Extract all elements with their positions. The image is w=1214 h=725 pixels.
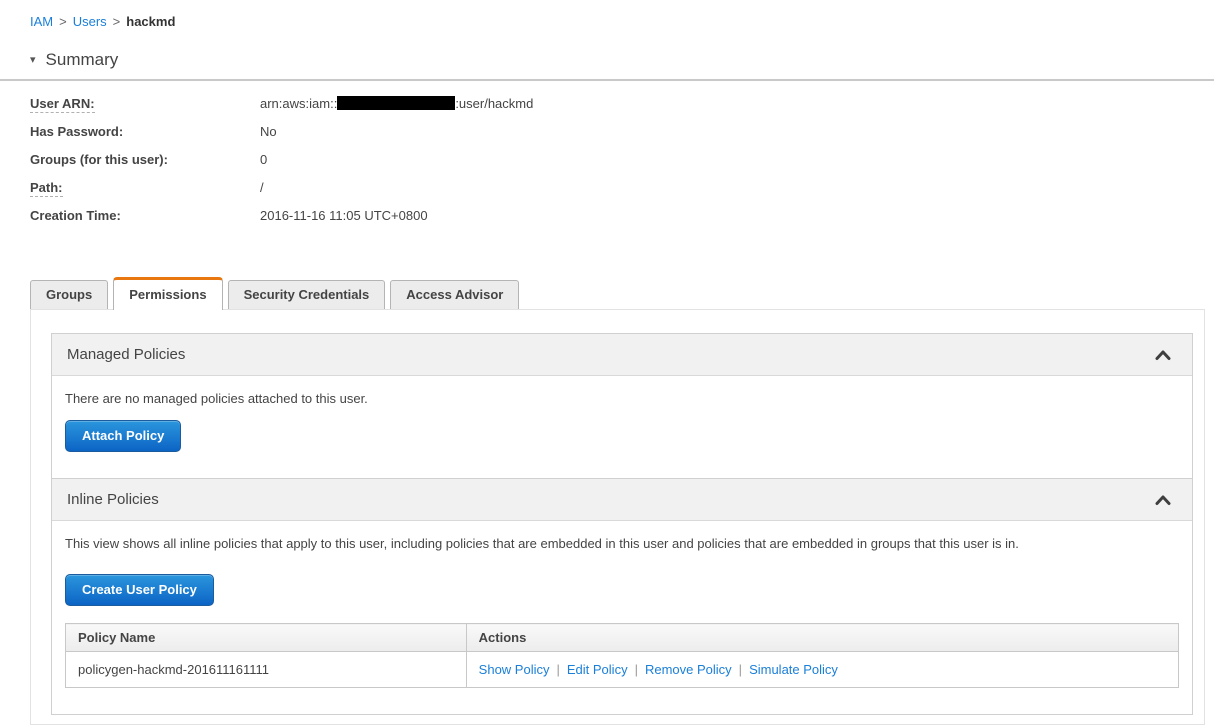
breadcrumb: IAM > Users > hackmd [30,14,1214,29]
summary-field-has-password: Has Password: No [30,124,1214,152]
simulate-policy-link[interactable]: Simulate Policy [749,662,838,677]
remove-policy-link[interactable]: Remove Policy [645,662,732,677]
table-row: policygen-hackmd-201611161111 Show Polic… [65,651,1180,688]
redacted-account-id [337,96,456,110]
creation-time-value: 2016-11-16 11:05 UTC+0800 [260,208,428,223]
path-value: / [260,180,264,195]
creation-time-label: Creation Time: [30,208,121,223]
has-password-label: Has Password: [30,124,124,139]
tab-access-advisor[interactable]: Access Advisor [390,280,520,309]
summary-field-path: Path: / [30,180,1214,208]
summary-divider [0,79,1214,81]
managed-policies-header[interactable]: Managed Policies [52,334,1192,376]
tab-bar: Groups Permissions Security Credentials … [30,277,1214,310]
inline-policies-header[interactable]: Inline Policies [52,478,1192,521]
chevron-up-icon[interactable] [1155,494,1171,506]
inline-policies-description: This view shows all inline policies that… [65,536,1019,551]
permissions-tab-panel: Managed Policies There are no managed po… [30,309,1205,725]
table-header-row: Policy Name Actions [65,623,1180,652]
managed-policies-title: Managed Policies [67,346,186,363]
breadcrumb-separator: > [59,14,67,29]
policy-sections: Managed Policies There are no managed po… [51,333,1193,715]
summary-field-groups: Groups (for this user): 0 [30,152,1214,180]
user-arn-value: arn:aws:iam:::user/hackmd [260,96,534,111]
show-policy-link[interactable]: Show Policy [479,662,550,677]
summary-title: Summary [45,50,119,69]
summary-field-user-arn: User ARN: arn:aws:iam:::user/hackmd [30,96,1214,124]
action-separator: | [738,662,743,677]
summary-section-heading: ▾ Summary [30,50,1214,70]
inline-policies-body: This view shows all inline policies that… [52,521,1192,714]
groups-value: 0 [260,152,268,167]
user-arn-label: User ARN: [30,96,95,113]
breadcrumb-link-users[interactable]: Users [73,14,107,29]
tab-groups[interactable]: Groups [30,280,109,309]
column-header-actions: Actions [465,623,1180,652]
path-label: Path: [30,180,63,197]
attach-policy-button[interactable]: Attach Policy [65,420,182,452]
edit-policy-link[interactable]: Edit Policy [567,662,628,677]
breadcrumb-separator: > [112,14,121,29]
inline-policies-title: Inline Policies [67,491,159,508]
triangle-down-icon[interactable]: ▾ [30,53,36,66]
tab-permissions[interactable]: Permissions [113,277,223,310]
breadcrumb-current-user: hackmd [126,14,176,29]
policy-actions-cell: Show Policy | Edit Policy | Remove Policy | Si… [465,651,1180,688]
action-separator: | [556,662,560,677]
tab-security-credentials[interactable]: Security Credentials [227,280,386,309]
groups-label: Groups (for this user): [30,152,168,167]
column-header-policy-name: Policy Name [65,623,467,652]
has-password-value: No [260,124,277,139]
policy-name-cell: policygen-hackmd-201611161111 [65,651,467,688]
managed-policies-body: There are no managed policies attached t… [52,376,1192,478]
summary-fields: User ARN: arn:aws:iam:::user/hackmd Has … [30,96,1214,236]
action-separator: | [634,662,638,677]
chevron-up-icon[interactable] [1155,349,1171,361]
inline-policies-table: Policy Name Actions policygen-hackmd-201… [65,623,1180,688]
summary-field-creation-time: Creation Time: 2016-11-16 11:05 UTC+0800 [30,208,1214,236]
create-user-policy-button[interactable]: Create User Policy [65,574,214,606]
breadcrumb-link-iam[interactable]: IAM [30,14,53,29]
managed-policies-empty-message: There are no managed policies attached t… [65,391,368,406]
